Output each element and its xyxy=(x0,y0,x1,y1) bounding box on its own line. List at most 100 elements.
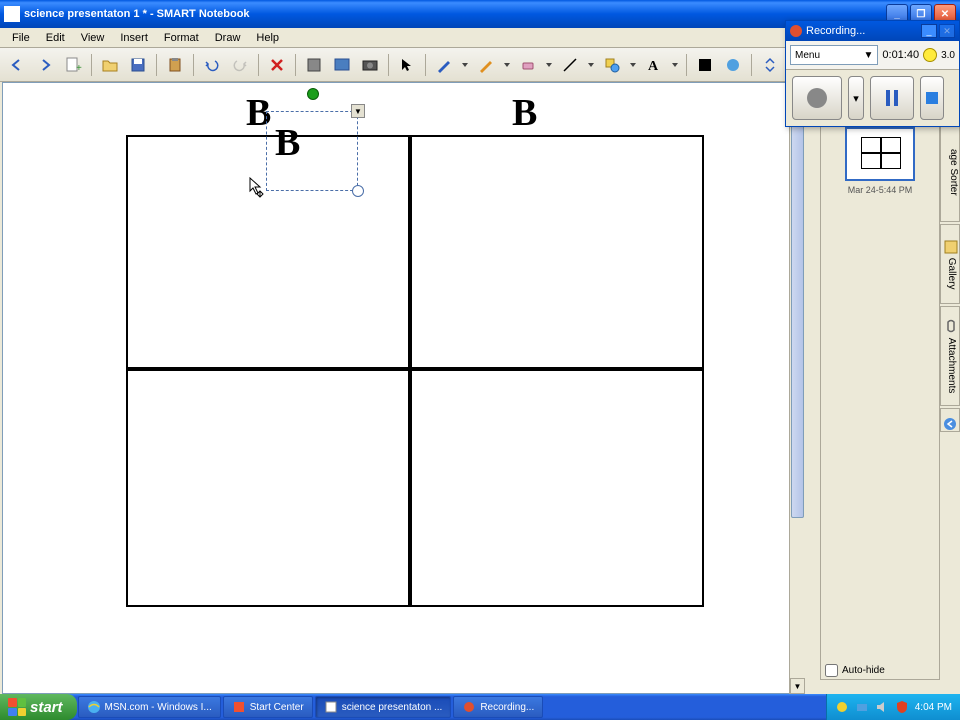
recorder-title: Recording... xyxy=(806,25,921,37)
page-thumbnail-1[interactable] xyxy=(845,127,915,181)
eraser-dropdown[interactable] xyxy=(543,52,555,78)
undo-button[interactable] xyxy=(199,52,225,78)
taskbar-item-msn[interactable]: MSN.com - Windows I... xyxy=(78,696,221,718)
tab-collapse[interactable] xyxy=(940,408,960,432)
record-square-icon xyxy=(923,89,941,107)
recorder-task-icon xyxy=(462,700,476,714)
auto-hide-label: Auto-hide xyxy=(842,665,885,676)
add-page-button[interactable]: + xyxy=(60,52,86,78)
shape-tool[interactable] xyxy=(599,52,625,78)
recorder-stop-dropdown[interactable]: ▾ xyxy=(848,76,864,120)
menu-file[interactable]: File xyxy=(4,30,38,46)
transparency-tool[interactable] xyxy=(720,52,746,78)
pen-tool[interactable] xyxy=(431,52,457,78)
start-center-icon xyxy=(232,700,246,714)
system-tray[interactable]: 4:04 PM xyxy=(826,694,960,720)
taskbar-item-start-center[interactable]: Start Center xyxy=(223,696,313,718)
recorder-window[interactable]: Recording... _ ✕ Menu▼ 0:01:40 3.0 ▾ xyxy=(785,20,960,127)
line-dropdown[interactable] xyxy=(585,52,597,78)
text-tool[interactable]: A xyxy=(641,52,667,78)
canvas-container: B B ▼ B xyxy=(2,82,805,694)
delete-button[interactable] xyxy=(264,52,290,78)
save-button[interactable] xyxy=(125,52,151,78)
taskbar-item-recorder[interactable]: Recording... xyxy=(453,696,543,718)
full-screen-button[interactable] xyxy=(329,52,355,78)
recorder-record-button[interactable] xyxy=(920,76,944,120)
menu-format[interactable]: Format xyxy=(156,30,207,46)
recorder-close-button[interactable]: ✕ xyxy=(939,24,955,38)
tab-gallery[interactable]: Gallery xyxy=(940,224,960,304)
app-icon xyxy=(4,6,20,22)
grid-cell-bottom-right[interactable] xyxy=(410,369,704,607)
recorder-titlebar[interactable]: Recording... _ ✕ xyxy=(786,21,959,41)
start-label: start xyxy=(30,699,63,716)
pause-icon xyxy=(880,86,904,110)
menu-draw[interactable]: Draw xyxy=(207,30,249,46)
screen-shade-button[interactable] xyxy=(301,52,327,78)
quality-indicator-icon xyxy=(923,48,937,62)
tray-icon-volume[interactable] xyxy=(875,700,889,714)
auto-hide-row: Auto-hide xyxy=(825,664,885,677)
start-button[interactable]: start xyxy=(0,694,77,720)
pen-dropdown[interactable] xyxy=(459,52,471,78)
recorder-toolbar: Menu▼ 0:01:40 3.0 xyxy=(786,41,959,70)
notebook-icon xyxy=(324,700,338,714)
attachment-icon xyxy=(943,319,959,335)
grid-cell-bottom-left[interactable] xyxy=(126,369,410,607)
recorder-quality: 3.0 xyxy=(941,50,955,61)
page-sorter-panel: Mar 24-5:44 PM Auto-hide xyxy=(820,122,940,680)
canvas[interactable]: B B ▼ B xyxy=(3,83,804,693)
color-tool[interactable] xyxy=(692,52,718,78)
scroll-thumb[interactable] xyxy=(791,98,804,518)
tab-attachments[interactable]: Attachments xyxy=(940,306,960,406)
arrow-left-icon xyxy=(943,417,957,431)
resize-handle[interactable] xyxy=(352,185,364,197)
text-letter-b-selected[interactable]: B xyxy=(275,121,300,165)
move-toolbar-button[interactable] xyxy=(757,52,783,78)
text-letter-b-right[interactable]: B xyxy=(512,91,537,135)
creative-pen-tool[interactable] xyxy=(473,52,499,78)
tray-icon-2[interactable] xyxy=(855,700,869,714)
clock[interactable]: 4:04 PM xyxy=(915,702,952,713)
eraser-tool[interactable] xyxy=(515,52,541,78)
recorder-controls: ▾ xyxy=(786,70,959,126)
prev-page-button[interactable] xyxy=(4,52,30,78)
windows-logo-icon xyxy=(8,698,26,716)
recorder-elapsed-time: 0:01:40 xyxy=(882,49,919,61)
taskbar: start MSN.com - Windows I... Start Cente… xyxy=(0,694,960,720)
paste-button[interactable] xyxy=(162,52,188,78)
shape-dropdown[interactable] xyxy=(627,52,639,78)
rotation-handle[interactable] xyxy=(307,88,319,100)
recorder-minimize-button[interactable]: _ xyxy=(921,24,937,38)
taskbar-item-notebook[interactable]: science presentaton ... xyxy=(315,696,452,718)
line-tool[interactable] xyxy=(557,52,583,78)
auto-hide-checkbox[interactable] xyxy=(825,664,838,677)
scroll-down-button[interactable]: ▼ xyxy=(790,678,805,694)
record-icon xyxy=(790,25,802,37)
selection-menu-button[interactable]: ▼ xyxy=(351,104,365,118)
next-page-button[interactable] xyxy=(32,52,58,78)
recorder-stop-button[interactable] xyxy=(792,76,842,120)
open-button[interactable] xyxy=(97,52,123,78)
vertical-scrollbar[interactable]: ▲ ▼ xyxy=(789,82,805,694)
recorder-menu-dropdown[interactable]: Menu▼ xyxy=(790,45,878,65)
stop-icon xyxy=(805,86,829,110)
gallery-icon xyxy=(943,239,959,255)
menu-insert[interactable]: Insert xyxy=(112,30,156,46)
svg-text:A: A xyxy=(648,59,659,74)
capture-button[interactable] xyxy=(357,52,383,78)
select-tool[interactable] xyxy=(394,52,420,78)
menu-edit[interactable]: Edit xyxy=(38,30,73,46)
tab-page-sorter[interactable]: age Sorter xyxy=(940,122,960,222)
creative-pen-dropdown[interactable] xyxy=(501,52,513,78)
menu-help[interactable]: Help xyxy=(248,30,287,46)
grid-cell-top-right[interactable] xyxy=(410,135,704,369)
recorder-pause-button[interactable] xyxy=(870,76,914,120)
redo-button[interactable] xyxy=(227,52,253,78)
text-dropdown[interactable] xyxy=(669,52,681,78)
tray-icon-1[interactable] xyxy=(835,700,849,714)
thumbnail-timestamp: Mar 24-5:44 PM xyxy=(821,185,939,195)
tray-icon-shield[interactable] xyxy=(895,700,909,714)
menu-view[interactable]: View xyxy=(73,30,113,46)
main-area: B B ▼ B ▲ ▼ Mar 24-5:44 PM xyxy=(0,82,960,694)
